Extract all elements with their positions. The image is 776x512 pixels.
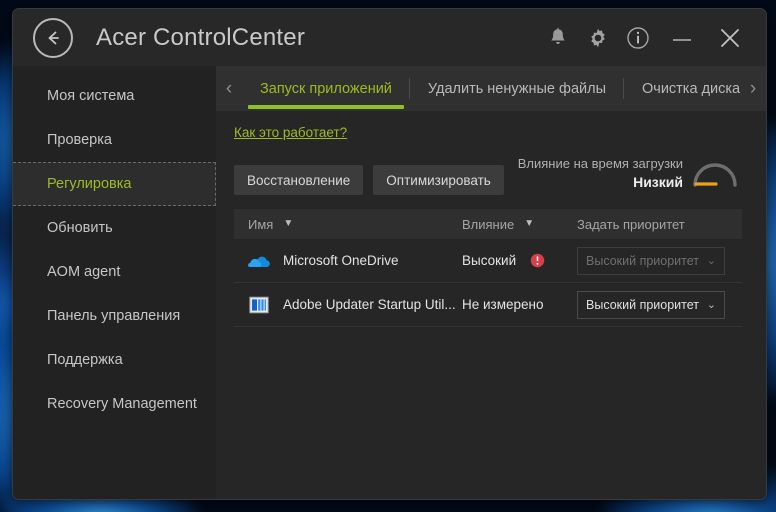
how-it-works-link[interactable]: Как это работает?: [234, 125, 347, 140]
onedrive-icon: [248, 250, 270, 272]
chevron-down-icon: ⌄: [706, 255, 716, 267]
table-row[interactable]: Microsoft OneDrive Высокий Высокий приор…: [234, 239, 742, 283]
gauge-value: Низкий: [633, 173, 683, 190]
adobe-updater-icon: [248, 294, 270, 316]
tab-strip: ‹ Запуск приложений Удалить ненужные фай…: [216, 66, 766, 111]
sidebar-item-label: Обновить: [47, 220, 113, 236]
sort-caret-icon[interactable]: ▼: [524, 219, 534, 229]
sidebar-item-my-system[interactable]: Моя система: [13, 74, 216, 118]
action-row: Восстановление Оптимизировать Влияние на…: [234, 156, 754, 195]
sidebar-item-aom-agent[interactable]: AOM agent: [13, 250, 216, 294]
notifications-icon[interactable]: [538, 16, 578, 60]
minimize-button[interactable]: [658, 16, 706, 60]
tabs-prev-arrow-icon[interactable]: ‹: [216, 66, 242, 111]
sidebar-item-check[interactable]: Проверка: [13, 118, 216, 162]
priority-select[interactable]: Высокий приоритет ⌄: [577, 246, 725, 275]
tab-startup-apps[interactable]: Запуск приложений: [242, 66, 410, 111]
gauge-dial-icon: [690, 152, 740, 195]
window-body: Моя система Проверка Регулировка Обновит…: [13, 66, 766, 499]
gauge-caption: Влияние на время загрузки: [517, 156, 683, 172]
tab-label: Запуск приложений: [260, 80, 392, 97]
restore-button[interactable]: Восстановление: [234, 165, 364, 195]
tab-disk-cleanup[interactable]: Очистка диска: [624, 66, 758, 111]
tab-label: Очистка диска: [641, 80, 741, 97]
optimize-button[interactable]: Оптимизировать: [373, 165, 504, 195]
column-header-priority-label: Задать приоритет: [577, 216, 685, 232]
row-impact-value: Высокий: [462, 253, 517, 268]
chevron-down-icon: ⌄: [706, 299, 716, 311]
column-header-impact-label: Влияние: [462, 216, 515, 232]
table-header-row: Имя ▼ Влияние ▼ Задать приоритет: [234, 209, 742, 239]
boot-impact-gauge: Влияние на время загрузки Низкий: [518, 152, 754, 195]
column-header-name-label: Имя: [248, 216, 274, 232]
alert-circle-icon: [530, 253, 545, 268]
priority-select-value: Высокий приоритет: [586, 253, 700, 268]
sidebar-item-label: Проверка: [47, 132, 112, 148]
main-panel: ‹ Запуск приложений Удалить ненужные фай…: [216, 66, 766, 499]
title-bar: Acer ControlCenter: [13, 9, 766, 66]
row-priority-cell: Высокий приоритет ⌄: [577, 290, 742, 319]
row-app-name: Microsoft OneDrive: [283, 253, 399, 268]
tab-active-underline: [248, 105, 404, 109]
sidebar-item-label: Моя система: [47, 88, 135, 104]
row-impact-cell: Высокий: [462, 253, 577, 268]
close-button[interactable]: [706, 16, 754, 60]
row-app-name: Adobe Updater Startup Util...: [283, 297, 456, 312]
column-header-priority: Задать приоритет: [577, 217, 742, 232]
sidebar-item-label: Recovery Management: [47, 396, 197, 412]
application-window: Acer ControlCenter Моя система Проверка …: [12, 8, 767, 500]
column-header-name[interactable]: Имя ▼: [234, 217, 462, 232]
sidebar-item-update[interactable]: Обновить: [13, 206, 216, 250]
table-row[interactable]: Adobe Updater Startup Util... Не измерен…: [234, 283, 742, 327]
sidebar-item-label: Поддержка: [47, 352, 123, 368]
priority-select[interactable]: Высокий приоритет ⌄: [577, 290, 725, 319]
row-name-cell: Adobe Updater Startup Util...: [234, 294, 462, 316]
priority-select-value: Высокий приоритет: [586, 297, 700, 312]
back-arrow-icon[interactable]: [33, 17, 73, 58]
startup-apps-table: Имя ▼ Влияние ▼ Задать приоритет Microso…: [234, 209, 742, 327]
sidebar-item-label: Панель управления: [47, 308, 181, 324]
tab-remove-junk-files[interactable]: Удалить ненужные файлы: [410, 66, 625, 111]
content-pane: Как это работает? Восстановление Оптимиз…: [216, 111, 766, 499]
sidebar-item-label: AOM agent: [47, 264, 121, 280]
info-icon[interactable]: [618, 16, 658, 60]
sort-caret-icon[interactable]: ▼: [283, 219, 293, 229]
row-name-cell: Microsoft OneDrive: [234, 250, 462, 272]
row-impact-cell: Не измерено: [462, 297, 577, 312]
row-priority-cell: Высокий приоритет ⌄: [577, 246, 742, 275]
sidebar-item-label: Регулировка: [47, 176, 132, 192]
tab-label: Удалить ненужные файлы: [427, 80, 606, 97]
sidebar-item-control-panel[interactable]: Панель управления: [13, 294, 216, 338]
column-header-impact[interactable]: Влияние ▼: [462, 217, 577, 232]
sidebar-item-support[interactable]: Поддержка: [13, 338, 216, 382]
tab-list: Запуск приложений Удалить ненужные файлы…: [242, 66, 740, 111]
gauge-text: Влияние на время загрузки Низкий: [518, 155, 683, 191]
page-title: Acer ControlCenter: [96, 23, 306, 51]
row-impact-value: Не измерено: [462, 297, 544, 312]
settings-icon[interactable]: [578, 16, 618, 60]
desktop-background: Acer ControlCenter Моя система Проверка …: [0, 0, 776, 512]
sidebar-item-tuning[interactable]: Регулировка: [13, 162, 216, 206]
sidebar: Моя система Проверка Регулировка Обновит…: [13, 66, 216, 499]
sidebar-item-recovery-management[interactable]: Recovery Management: [13, 382, 216, 426]
